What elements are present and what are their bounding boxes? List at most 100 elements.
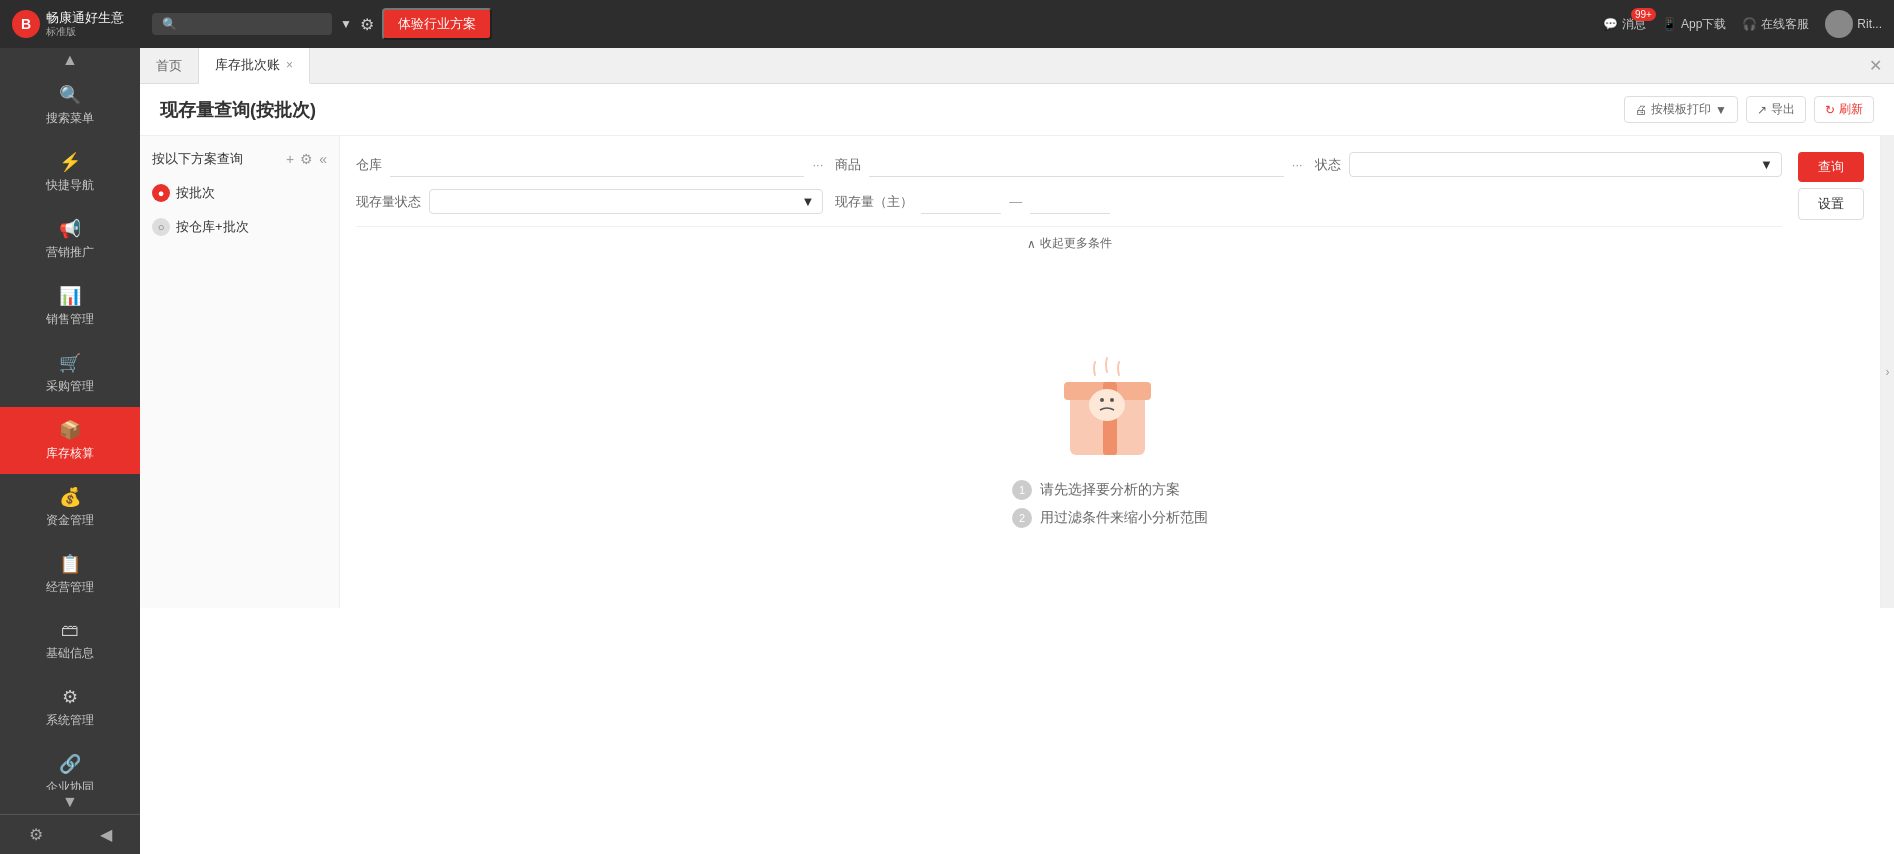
sidebar-scroll-down[interactable]: ▼ — [0, 790, 140, 814]
query-button[interactable]: 查询 — [1798, 152, 1864, 182]
empty-illustration — [1050, 340, 1170, 460]
username: Rit... — [1857, 17, 1882, 31]
right-panel[interactable]: › — [1880, 136, 1894, 608]
search-icon: 🔍 — [59, 84, 81, 106]
add-scheme-icon[interactable]: + — [286, 151, 294, 167]
sidebar-item-label: 搜索菜单 — [46, 110, 94, 127]
collapse-arrow-icon: ∧ — [1027, 237, 1036, 251]
warehouse-more-btn[interactable]: ··· — [812, 157, 823, 172]
settings-button[interactable]: 设置 — [1798, 188, 1864, 220]
trial-button[interactable]: 体验行业方案 — [382, 8, 492, 40]
sidebar-item-system[interactable]: ⚙ 系统管理 — [0, 674, 140, 741]
stock-qty-max-input[interactable] — [1030, 190, 1110, 214]
sidebar-item-label: 快捷导航 — [46, 177, 94, 194]
stock-qty-dash: — — [1009, 194, 1022, 209]
settings-icon: ⚙ — [62, 686, 78, 708]
app-download-btn[interactable]: 📱 App下载 — [1662, 16, 1726, 33]
scheme-option-batch[interactable]: ● 按批次 — [140, 176, 339, 210]
sidebar-item-sales[interactable]: 📊 销售管理 — [0, 273, 140, 340]
sidebar-item-basic[interactable]: 🗃 基础信息 — [0, 608, 140, 674]
filter-actions-col: 查询 设置 — [1798, 152, 1864, 260]
sidebar-item-business[interactable]: 📋 经营管理 — [0, 541, 140, 608]
dropdown-arrow[interactable]: ▼ — [340, 17, 352, 31]
sidebar-item-enterprise[interactable]: 🔗 企业协同 — [0, 741, 140, 790]
chart-icon: 📊 — [59, 285, 81, 307]
sidebar-item-search[interactable]: 🔍 搜索菜单 — [0, 72, 140, 139]
sidebar-item-label: 经营管理 — [46, 579, 94, 596]
sidebar-item-label: 库存核算 — [46, 445, 94, 462]
topbar-center: 🔍 ▼ ⚙ 体验行业方案 — [152, 8, 1603, 40]
sidebar-item-finance[interactable]: 💰 资金管理 — [0, 474, 140, 541]
avatar-img — [1825, 10, 1853, 38]
collapse-sidebar-icon[interactable]: ◀ — [100, 825, 112, 844]
app-download-label: App下载 — [1681, 16, 1726, 33]
sidebar-item-quick-nav[interactable]: ⚡ 快捷导航 — [0, 139, 140, 206]
search-menu[interactable]: 🔍 — [152, 13, 332, 35]
collapse-scheme-icon[interactable]: « — [319, 151, 327, 167]
product-more-btn[interactable]: ··· — [1292, 157, 1303, 172]
refresh-btn[interactable]: ↻ 刷新 — [1814, 96, 1874, 123]
sidebar-item-label: 营销推广 — [46, 244, 94, 261]
online-service-btn[interactable]: 🎧 在线客服 — [1742, 16, 1809, 33]
message-btn[interactable]: 💬 消息 99+ — [1603, 16, 1646, 33]
print-dropdown-icon: ▼ — [1715, 103, 1727, 117]
tab-home[interactable]: 首页 — [140, 48, 199, 84]
sidebar-bottom: ⚙ ◀ — [0, 814, 140, 854]
chevron-down-icon: ▼ — [801, 194, 814, 209]
tab-batch-account-label: 库存批次账 — [215, 56, 280, 74]
user-avatar[interactable]: Rit... — [1825, 10, 1882, 38]
sidebar-scroll: 🔍 搜索菜单 ⚡ 快捷导航 📢 营销推广 📊 销售管理 🛒 采购管理 📦 — [0, 72, 140, 790]
message-icon: 💬 — [1603, 17, 1618, 31]
stock-qty-filter-group: 现存量（主） — — [835, 190, 1302, 214]
product-filter-group: 商品 ··· — [835, 153, 1302, 177]
topbar: B 畅康通好生意 标准版 🔍 ▼ ⚙ 体验行业方案 💬 消息 99+ 📱 App… — [0, 0, 1894, 48]
logo-icon: B — [12, 10, 40, 38]
sidebar-item-inventory[interactable]: 📦 库存核算 — [0, 407, 140, 474]
empty-steps: 1 请先选择要分析的方案 2 用过滤条件来缩小分析范围 — [1012, 480, 1208, 528]
batch-scheme-icon: ● — [152, 184, 170, 202]
tabs-bar: 首页 库存批次账 × ✕ — [140, 48, 1894, 84]
print-label: 按模板打印 — [1651, 101, 1711, 118]
sidebar-item-label: 企业协同 — [46, 779, 94, 790]
warehouse-batch-scheme-label: 按仓库+批次 — [176, 218, 249, 236]
print-btn[interactable]: 🖨 按模板打印 ▼ — [1624, 96, 1738, 123]
sidebar-item-purchase[interactable]: 🛒 采购管理 — [0, 340, 140, 407]
search-icon: 🔍 — [162, 17, 177, 31]
svg-point-3 — [1089, 389, 1125, 421]
sidebar-item-label: 销售管理 — [46, 311, 94, 328]
content-area: 首页 库存批次账 × ✕ 现存量查询(按批次) 🖨 按模板打印 ▼ — [140, 48, 1894, 854]
settings-bottom-icon[interactable]: ⚙ — [29, 825, 43, 844]
sidebar-scroll-up[interactable]: ▲ — [0, 48, 140, 72]
warehouse-filter-group: 仓库 ··· — [356, 153, 823, 177]
tab-close-icon[interactable]: × — [286, 58, 293, 72]
stock-status-label: 现存量状态 — [356, 193, 421, 211]
filter-scheme-panel: 按以下方案查询 + ⚙ « ● 按批次 ○ 按仓库+批次 — [140, 136, 340, 608]
scheme-settings-icon[interactable]: ⚙ — [300, 151, 313, 167]
gear-icon[interactable]: ⚙ — [360, 15, 374, 34]
filter-scheme-header: 按以下方案查询 + ⚙ « — [140, 146, 339, 176]
tab-batch-account[interactable]: 库存批次账 × — [199, 48, 310, 84]
empty-state: 1 请先选择要分析的方案 2 用过滤条件来缩小分析范围 — [340, 260, 1880, 608]
export-btn[interactable]: ↗ 导出 — [1746, 96, 1806, 123]
close-panel-btn[interactable]: ✕ — [1869, 56, 1882, 75]
tab-home-label: 首页 — [156, 57, 182, 75]
refresh-label: 刷新 — [1839, 101, 1863, 118]
sidebar-item-label: 资金管理 — [46, 512, 94, 529]
money-icon: 💰 — [59, 486, 81, 508]
topbar-right: 💬 消息 99+ 📱 App下载 🎧 在线客服 Rit... — [1603, 10, 1882, 38]
collapse-more-btn[interactable]: ∧ 收起更多条件 — [356, 226, 1782, 260]
warehouse-input[interactable] — [390, 153, 804, 177]
status-label: 状态 — [1315, 156, 1341, 174]
service-icon: 🎧 — [1742, 17, 1757, 31]
step-num-2: 2 — [1012, 508, 1032, 528]
status-select[interactable]: ▼ — [1349, 152, 1782, 177]
page-actions: 🖨 按模板打印 ▼ ↗ 导出 ↻ 刷新 — [1624, 96, 1874, 123]
sidebar-item-marketing[interactable]: 📢 营销推广 — [0, 206, 140, 273]
stock-qty-min-input[interactable] — [921, 190, 1001, 214]
refresh-icon: ↻ — [1825, 103, 1835, 117]
stock-status-filter-group: 现存量状态 ▼ — [356, 189, 823, 214]
warehouse-label: 仓库 — [356, 156, 382, 174]
stock-status-select[interactable]: ▼ — [429, 189, 823, 214]
product-input[interactable] — [869, 153, 1283, 177]
scheme-option-warehouse-batch[interactable]: ○ 按仓库+批次 — [140, 210, 339, 244]
